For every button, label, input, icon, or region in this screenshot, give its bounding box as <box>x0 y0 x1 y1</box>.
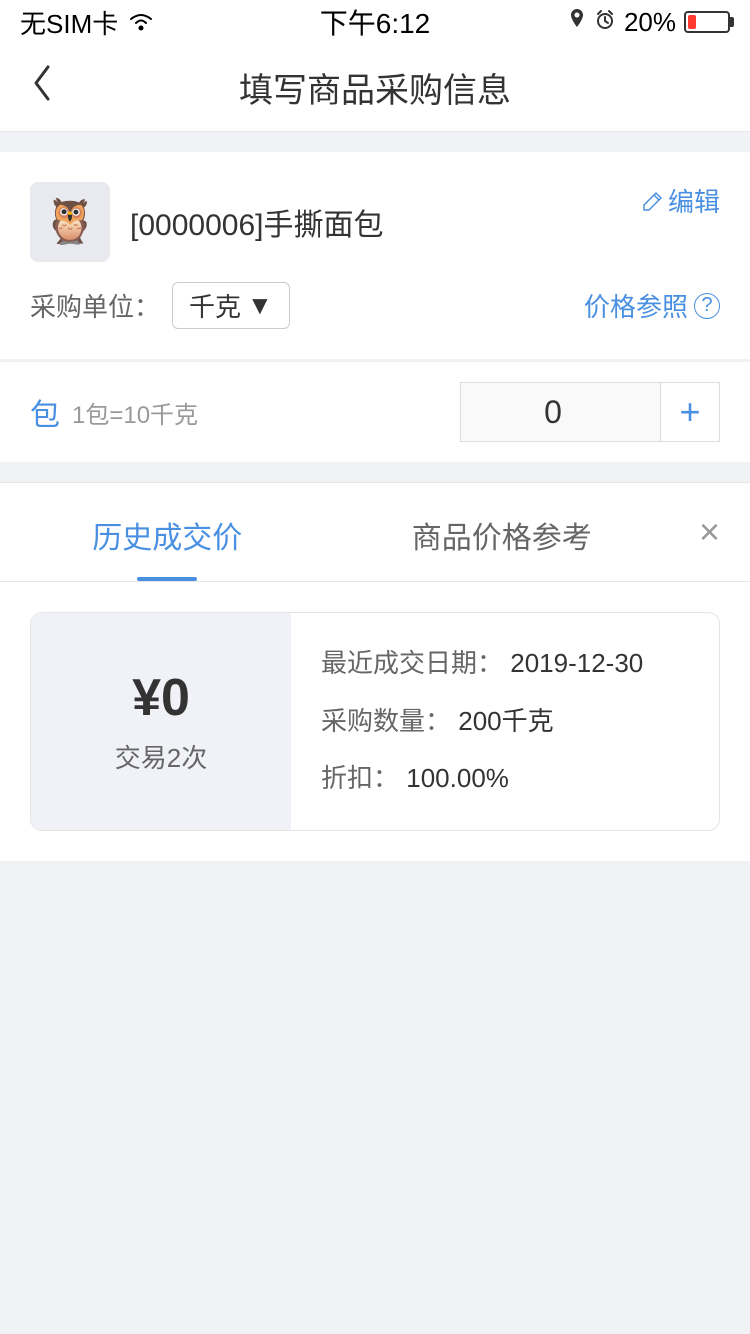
product-logo: 🦉 <box>43 200 98 244</box>
product-left: 🦉 [0000006]手撕面包 <box>30 182 383 262</box>
price-currency-symbol: ¥ <box>132 669 161 727</box>
unit-dropdown[interactable]: 千克 ▼ <box>172 282 290 329</box>
unit-badge: 包 <box>30 390 60 434</box>
product-name: [0000006]手撕面包 <box>130 200 383 244</box>
status-bar: 无SIM卡 下午6:12 20% <box>0 0 750 44</box>
back-button[interactable] <box>30 63 54 112</box>
purchase-qty-label: 采购数量： <box>321 706 451 736</box>
product-section: 🦉 [0000006]手撕面包 编辑 采购单位： 千克 ▼ 价格参照 ? <box>0 152 750 359</box>
tabs-header: 历史成交价 商品价格参考 × <box>0 483 750 582</box>
price-reference-button[interactable]: 价格参照 ? <box>584 287 720 324</box>
history-card: ¥0 交易2次 最近成交日期： 2019-12-30 采购数量： 200千克 折… <box>30 612 720 831</box>
location-icon <box>568 7 586 38</box>
unit-value: 千克 <box>189 287 241 324</box>
edit-label: 编辑 <box>668 182 720 219</box>
alarm-icon <box>594 7 616 38</box>
edit-button[interactable]: 编辑 <box>642 182 720 219</box>
tab-reference-label: 商品价格参考 <box>412 522 592 555</box>
purchase-qty-value: 200千克 <box>458 706 553 736</box>
discount-value: 100.00% <box>406 763 509 793</box>
price-value: 0 <box>161 669 190 727</box>
price-ref-label: 价格参照 <box>584 287 688 324</box>
quantity-control: + <box>460 382 720 442</box>
carrier-text: 无SIM卡 <box>20 4 118 41</box>
history-price: ¥0 <box>132 668 190 728</box>
product-meta: 采购单位： 千克 ▼ 价格参照 ? <box>30 282 720 329</box>
product-thumbnail: 🦉 <box>30 182 110 262</box>
tab-price-reference[interactable]: 商品价格参考 <box>334 483 668 581</box>
time-display: 下午6:12 <box>320 2 431 42</box>
history-content: ¥0 交易2次 最近成交日期： 2019-12-30 采购数量： 200千克 折… <box>0 582 750 861</box>
unit-description: 1包=10千克 <box>72 395 198 430</box>
product-header: 🦉 [0000006]手撕面包 编辑 <box>30 182 720 262</box>
recent-date-label: 最近成交日期： <box>321 648 503 678</box>
battery-fill <box>688 15 696 29</box>
quantity-section: 包 1包=10千克 + <box>0 361 750 462</box>
battery-percent: 20% <box>624 7 676 38</box>
status-right: 20% <box>568 7 730 38</box>
battery-icon <box>684 11 730 33</box>
unit-label: 采购单位： <box>30 287 160 324</box>
nav-bar: 填写商品采购信息 <box>0 44 750 132</box>
quantity-label: 包 1包=10千克 <box>30 390 198 434</box>
recent-date-value: 2019-12-30 <box>510 648 643 678</box>
purchase-qty-row: 采购数量： 200千克 <box>321 701 689 743</box>
quantity-plus-button[interactable]: + <box>660 382 720 442</box>
meta-left: 采购单位： 千克 ▼ <box>30 282 290 329</box>
quantity-input[interactable] <box>460 382 660 442</box>
status-left: 无SIM卡 <box>20 4 156 41</box>
card-detail-panel: 最近成交日期： 2019-12-30 采购数量： 200千克 折扣： 100.0… <box>291 613 719 830</box>
tab-history-price[interactable]: 历史成交价 <box>0 483 334 581</box>
card-price-panel: ¥0 交易2次 <box>31 613 291 830</box>
trade-count: 交易2次 <box>115 738 207 775</box>
discount-row: 折扣： 100.00% <box>321 758 689 800</box>
wifi-icon <box>126 7 156 38</box>
dropdown-arrow-icon: ▼ <box>247 290 273 321</box>
discount-label: 折扣： <box>321 763 399 793</box>
recent-date-row: 最近成交日期： 2019-12-30 <box>321 643 689 685</box>
page-title: 填写商品采购信息 <box>239 63 511 112</box>
tabs-section: 历史成交价 商品价格参考 × ¥0 交易2次 最近成交日期： 2019-12-3… <box>0 482 750 861</box>
tab-history-label: 历史成交价 <box>92 522 242 555</box>
help-icon: ? <box>694 293 720 319</box>
tab-close-button[interactable]: × <box>669 491 750 573</box>
